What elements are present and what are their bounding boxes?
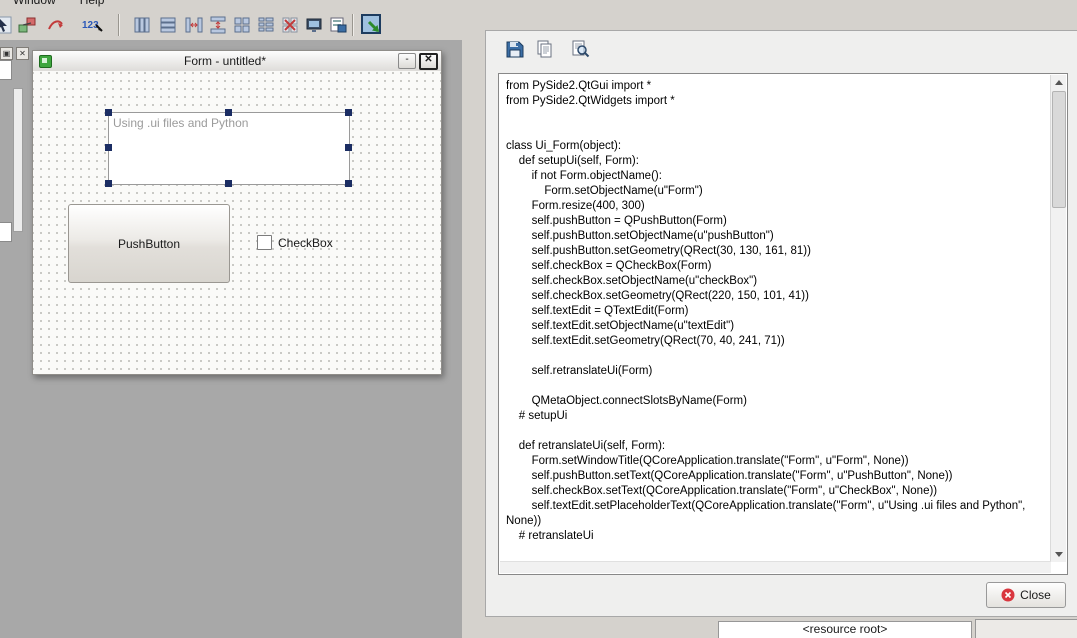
textedit-placeholder: Using .ui files and Python	[113, 116, 248, 130]
float-icon[interactable]: ▣	[0, 47, 13, 60]
resource-panel-fragment	[975, 619, 1077, 638]
toolbar-separator	[352, 14, 354, 36]
edit-resources-icon[interactable]	[327, 14, 349, 36]
selection-handle[interactable]	[345, 180, 352, 187]
widget-box-list-fragment	[0, 222, 12, 242]
mdi-area: ▣ ✕ Form - untitled* - ✕ Using .ui files…	[0, 40, 462, 638]
adjust-size-icon[interactable]	[359, 12, 385, 37]
code-view[interactable]: from PySide2.QtGui import * from PySide2…	[500, 75, 1051, 562]
edit-signals-slots-icon[interactable]	[16, 14, 38, 36]
resource-root-label: <resource root>	[803, 622, 888, 636]
pushbutton-widget[interactable]: PushButton	[68, 204, 230, 283]
widget-box-filter-fragment[interactable]	[0, 60, 12, 80]
code-dialog-toolbar	[486, 31, 1077, 67]
code-horizontal-scrollbar[interactable]	[500, 561, 1051, 573]
selection-handle[interactable]	[345, 144, 352, 151]
selection-handle[interactable]	[105, 180, 112, 187]
edit-widgets-icon[interactable]	[0, 14, 14, 36]
code-area[interactable]: from PySide2.QtGui import * from PySide2…	[498, 73, 1068, 575]
selection-handle[interactable]	[225, 180, 232, 187]
scroll-up-icon[interactable]	[1051, 75, 1066, 90]
scroll-down-icon[interactable]	[1051, 547, 1066, 562]
form-canvas[interactable]: Using .ui files and Python PushButton Ch…	[33, 71, 441, 374]
resource-root-item[interactable]: <resource root>	[718, 621, 972, 638]
menu-window[interactable]: Window	[13, 0, 56, 7]
layout-splitter-vertical-icon[interactable]	[207, 14, 229, 36]
minimize-button[interactable]: -	[398, 53, 416, 69]
textedit-widget[interactable]: Using .ui files and Python	[108, 112, 350, 185]
layout-splitter-horizontal-icon[interactable]	[183, 14, 205, 36]
toolbar-separator	[118, 14, 120, 36]
form-window-title: Form - untitled*	[55, 54, 395, 68]
designer-form-icon	[39, 55, 52, 68]
layout-form-icon[interactable]	[255, 14, 277, 36]
screen: Window Help 123	[0, 0, 1077, 638]
layout-grid-icon[interactable]	[231, 14, 253, 36]
checkbox-label: CheckBox	[278, 236, 333, 250]
form-window-titlebar[interactable]: Form - untitled* - ✕	[33, 51, 441, 72]
selection-handle[interactable]	[345, 109, 352, 116]
scrollbar-thumb[interactable]	[1052, 91, 1066, 208]
code-vertical-scrollbar[interactable]	[1050, 75, 1066, 562]
break-layout-icon[interactable]	[279, 14, 301, 36]
find-icon[interactable]	[569, 38, 591, 60]
checkbox-widget[interactable]: CheckBox	[257, 235, 333, 250]
edit-buddies-icon[interactable]	[45, 14, 67, 36]
close-icon[interactable]: ✕	[16, 47, 29, 60]
dock-titlebar-fragment: ▣ ✕	[0, 47, 29, 60]
close-dialog-button[interactable]: Close	[986, 582, 1066, 608]
generated-python-code[interactable]: from PySide2.QtGui import * from PySide2…	[500, 75, 1051, 548]
checkbox-box[interactable]	[257, 235, 272, 250]
menu-help[interactable]: Help	[80, 0, 105, 7]
selection-handle[interactable]	[105, 109, 112, 116]
edit-tab-order-icon[interactable]: 123	[80, 14, 106, 36]
layout-vertical-icon[interactable]	[157, 14, 179, 36]
close-circle-icon	[1001, 588, 1015, 602]
menubar: Window Help	[13, 0, 104, 7]
selection-handle[interactable]	[225, 109, 232, 116]
code-preview-dialog: from PySide2.QtGui import * from PySide2…	[485, 30, 1077, 617]
close-dialog-label: Close	[1020, 588, 1051, 602]
close-button[interactable]: ✕	[419, 53, 438, 70]
form-designer-window: Form - untitled* - ✕ Using .ui files and…	[32, 50, 442, 375]
save-icon[interactable]	[504, 38, 526, 60]
preview-icon[interactable]	[303, 14, 325, 36]
layout-horizontal-icon[interactable]	[131, 14, 153, 36]
widget-box-scrollbar-fragment[interactable]	[13, 88, 23, 232]
selection-handle[interactable]	[105, 144, 112, 151]
copy-icon[interactable]	[534, 38, 556, 60]
